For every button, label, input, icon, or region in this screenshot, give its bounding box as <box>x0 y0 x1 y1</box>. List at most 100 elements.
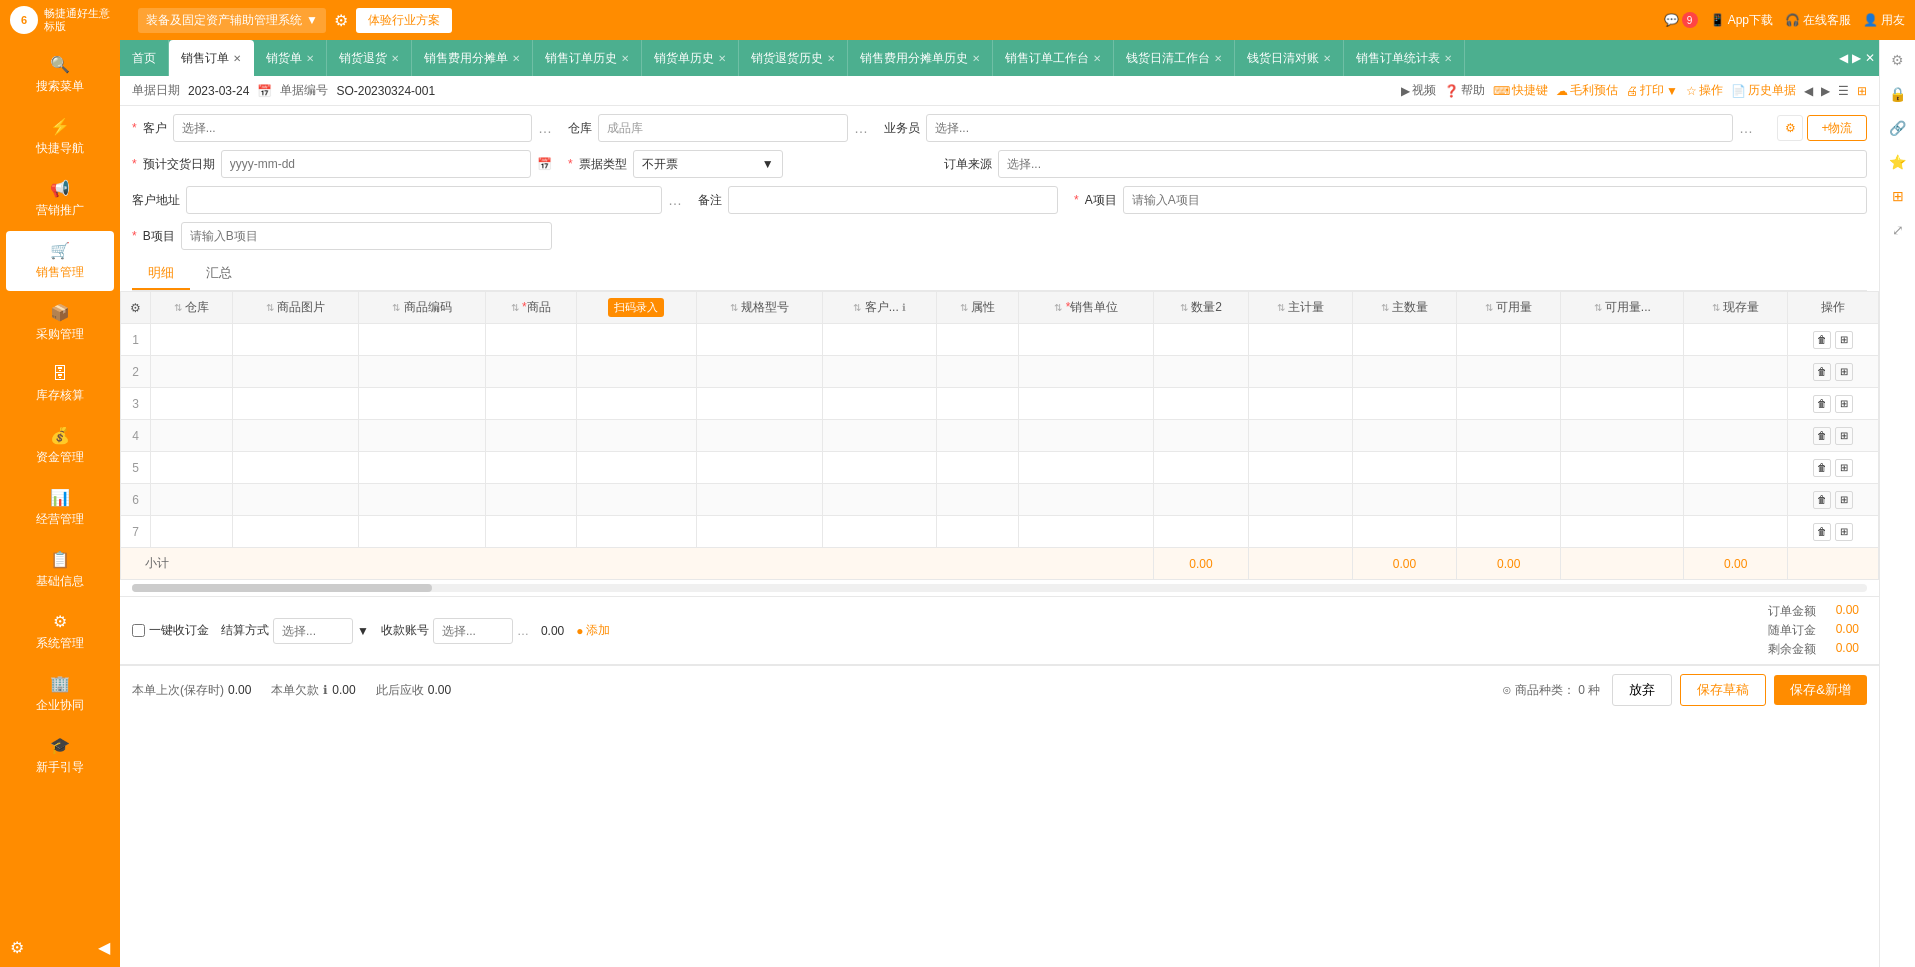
view-action[interactable]: ▶ 视频 <box>1401 82 1436 99</box>
sidebar-item-marketing[interactable]: 📢 营销推广 <box>6 169 114 229</box>
discard-button[interactable]: 放弃 <box>1612 674 1672 706</box>
tab-summary[interactable]: 汇总 <box>190 258 248 290</box>
history-action[interactable]: 📄 历史单据 <box>1731 82 1796 99</box>
right-expand-icon[interactable]: ⤢ <box>1882 214 1914 246</box>
right-link-icon[interactable]: 🔗 <box>1882 112 1914 144</box>
tab-receivable-reconcile[interactable]: 钱货日清对账 ✕ <box>1235 40 1344 76</box>
salesperson-more-icon[interactable]: … <box>1739 120 1753 136</box>
salesperson-input[interactable] <box>926 114 1733 142</box>
save-new-button[interactable]: 保存&新增 <box>1774 675 1867 705</box>
tab-sales-order[interactable]: 销售订单 ✕ <box>169 40 254 76</box>
remarks-input[interactable] <box>728 186 1058 214</box>
tab-prev-icon[interactable]: ◀ <box>1839 51 1848 65</box>
user-avatar[interactable]: 👤 用友 <box>1863 12 1905 29</box>
tab-sales-order-history[interactable]: 销售订单历史 ✕ <box>533 40 642 76</box>
row-copy-icon[interactable]: ⊞ <box>1835 491 1853 509</box>
print-dropdown-icon[interactable]: ▼ <box>1666 84 1678 98</box>
row-copy-icon[interactable]: ⊞ <box>1835 363 1853 381</box>
settings-bottom-icon[interactable]: ⚙ <box>10 938 24 957</box>
print-action[interactable]: 🖨 打印 ▼ <box>1626 82 1678 99</box>
sidebar-item-operations[interactable]: 📊 经营管理 <box>6 478 114 538</box>
tab-home[interactable]: 首页 <box>120 40 169 76</box>
close-sales-return-tab[interactable]: ✕ <box>306 53 314 64</box>
tab-sales-stats[interactable]: 销售订单统计表 ✕ <box>1344 40 1465 76</box>
one-click-checkbox-input[interactable] <box>132 624 145 637</box>
goods-count-icon[interactable]: ⊙ <box>1502 683 1512 697</box>
online-support[interactable]: 🎧 在线客服 <box>1785 12 1851 29</box>
sidebar-item-system-mgmt[interactable]: ⚙ 系统管理 <box>6 602 114 662</box>
b-project-input[interactable] <box>181 222 552 250</box>
tab-sales-return[interactable]: 销货单 ✕ <box>254 40 327 76</box>
tab-detail[interactable]: 明细 <box>132 258 190 290</box>
sidebar-item-purchase-mgmt[interactable]: 📦 采购管理 <box>6 293 114 353</box>
row-copy-icon[interactable]: ⊞ <box>1835 459 1853 477</box>
customer-more-icon[interactable]: … <box>538 120 552 136</box>
settings-right-icon[interactable]: ⚙ <box>1777 115 1803 141</box>
next-record-icon[interactable]: ▶ <box>1821 84 1830 98</box>
close-sales-refund-tab[interactable]: ✕ <box>391 53 399 64</box>
row-copy-icon[interactable]: ⊞ <box>1835 331 1853 349</box>
warehouse-more-icon[interactable]: … <box>854 120 868 136</box>
tab-receivable-workbench[interactable]: 钱货日清工作台 ✕ <box>1114 40 1235 76</box>
solution-button[interactable]: 体验行业方案 <box>356 8 452 33</box>
system-selector[interactable]: 装备及固定资产辅助管理系统 ▼ <box>138 8 326 33</box>
order-source-input[interactable] <box>998 150 1867 178</box>
invoice-type-select[interactable]: 不开票 ▼ <box>633 150 783 178</box>
warehouse-value[interactable]: 成品库 <box>598 114 848 142</box>
close-receivable-workbench-tab[interactable]: ✕ <box>1214 53 1222 64</box>
current-order-info-icon[interactable]: ℹ <box>323 683 328 697</box>
row-delete-icon[interactable]: 🗑 <box>1813 331 1831 349</box>
scrollbar-thumb[interactable] <box>132 584 432 592</box>
sidebar-item-guide[interactable]: 🎓 新手引导 <box>6 726 114 786</box>
close-sales-order-tab[interactable]: ✕ <box>233 53 241 64</box>
th-settings[interactable]: ⚙ <box>121 292 151 324</box>
shortcut-action[interactable]: ⌨ 快捷键 <box>1493 82 1548 99</box>
app-download[interactable]: 📱 App下载 <box>1710 12 1773 29</box>
close-sales-stats-tab[interactable]: ✕ <box>1444 53 1452 64</box>
close-refund-history-tab[interactable]: ✕ <box>827 53 835 64</box>
row-delete-icon[interactable]: 🗑 <box>1813 523 1831 541</box>
tab-sales-refund-history[interactable]: 销货退货历史 ✕ <box>739 40 848 76</box>
tab-sales-fee-history[interactable]: 销售费用分摊单历史 ✕ <box>848 40 993 76</box>
right-star-icon[interactable]: ⭐ <box>1882 146 1914 178</box>
customer-address-input[interactable] <box>186 186 662 214</box>
add-button[interactable]: ● 添加 <box>576 622 609 639</box>
help-action[interactable]: ❓ 帮助 <box>1444 82 1485 99</box>
list-view-icon[interactable]: ☰ <box>1838 84 1849 98</box>
close-fee-split-tab[interactable]: ✕ <box>512 53 520 64</box>
operations-action[interactable]: ☆ 操作 <box>1686 82 1723 99</box>
sidebar-item-finance[interactable]: 💰 资金管理 <box>6 416 114 476</box>
payment-method-input[interactable] <box>273 618 353 644</box>
row-delete-icon[interactable]: 🗑 <box>1813 491 1831 509</box>
add-right-icon[interactable]: +物流 <box>1807 115 1867 141</box>
prev-record-icon[interactable]: ◀ <box>1804 84 1813 98</box>
profit-action[interactable]: ☁ 毛利预估 <box>1556 82 1618 99</box>
collapse-sidebar-icon[interactable]: ◀ <box>98 938 110 957</box>
receipt-more-icon[interactable]: … <box>517 624 529 638</box>
close-order-history-tab[interactable]: ✕ <box>621 53 629 64</box>
tab-more-icon[interactable]: ✕ <box>1865 51 1875 65</box>
tab-sales-return-history[interactable]: 销货单历史 ✕ <box>642 40 739 76</box>
customer-input[interactable] <box>173 114 532 142</box>
close-receivable-reconcile-tab[interactable]: ✕ <box>1323 53 1331 64</box>
row-delete-icon[interactable]: 🗑 <box>1813 459 1831 477</box>
tab-next-icon[interactable]: ▶ <box>1852 51 1861 65</box>
sidebar-item-search-menu[interactable]: 🔍 搜索菜单 <box>6 45 114 105</box>
sidebar-item-enterprise[interactable]: 🏢 企业协同 <box>6 664 114 724</box>
save-draft-button[interactable]: 保存草稿 <box>1680 674 1766 706</box>
row-delete-icon[interactable]: 🗑 <box>1813 395 1831 413</box>
tab-sales-refund[interactable]: 销货退货 ✕ <box>327 40 412 76</box>
tab-order-workbench[interactable]: 销售订单工作台 ✕ <box>993 40 1114 76</box>
customer-address-more-icon[interactable]: … <box>668 192 682 208</box>
a-project-input[interactable] <box>1123 186 1867 214</box>
receipt-no-input[interactable] <box>433 618 513 644</box>
scan-button[interactable]: 扫码录入 <box>608 298 664 317</box>
settings-icon[interactable]: ⚙ <box>334 11 348 30</box>
one-click-checkbox[interactable]: 一键收订金 <box>132 622 209 639</box>
row-copy-icon[interactable]: ⊞ <box>1835 523 1853 541</box>
date-picker-icon[interactable]: 📅 <box>537 157 552 171</box>
right-qr-icon[interactable]: ⊞ <box>1882 180 1914 212</box>
close-fee-history-tab[interactable]: ✕ <box>972 53 980 64</box>
message-icon[interactable]: 💬 9 <box>1664 12 1698 28</box>
grid-view-icon[interactable]: ⊞ <box>1857 84 1867 98</box>
